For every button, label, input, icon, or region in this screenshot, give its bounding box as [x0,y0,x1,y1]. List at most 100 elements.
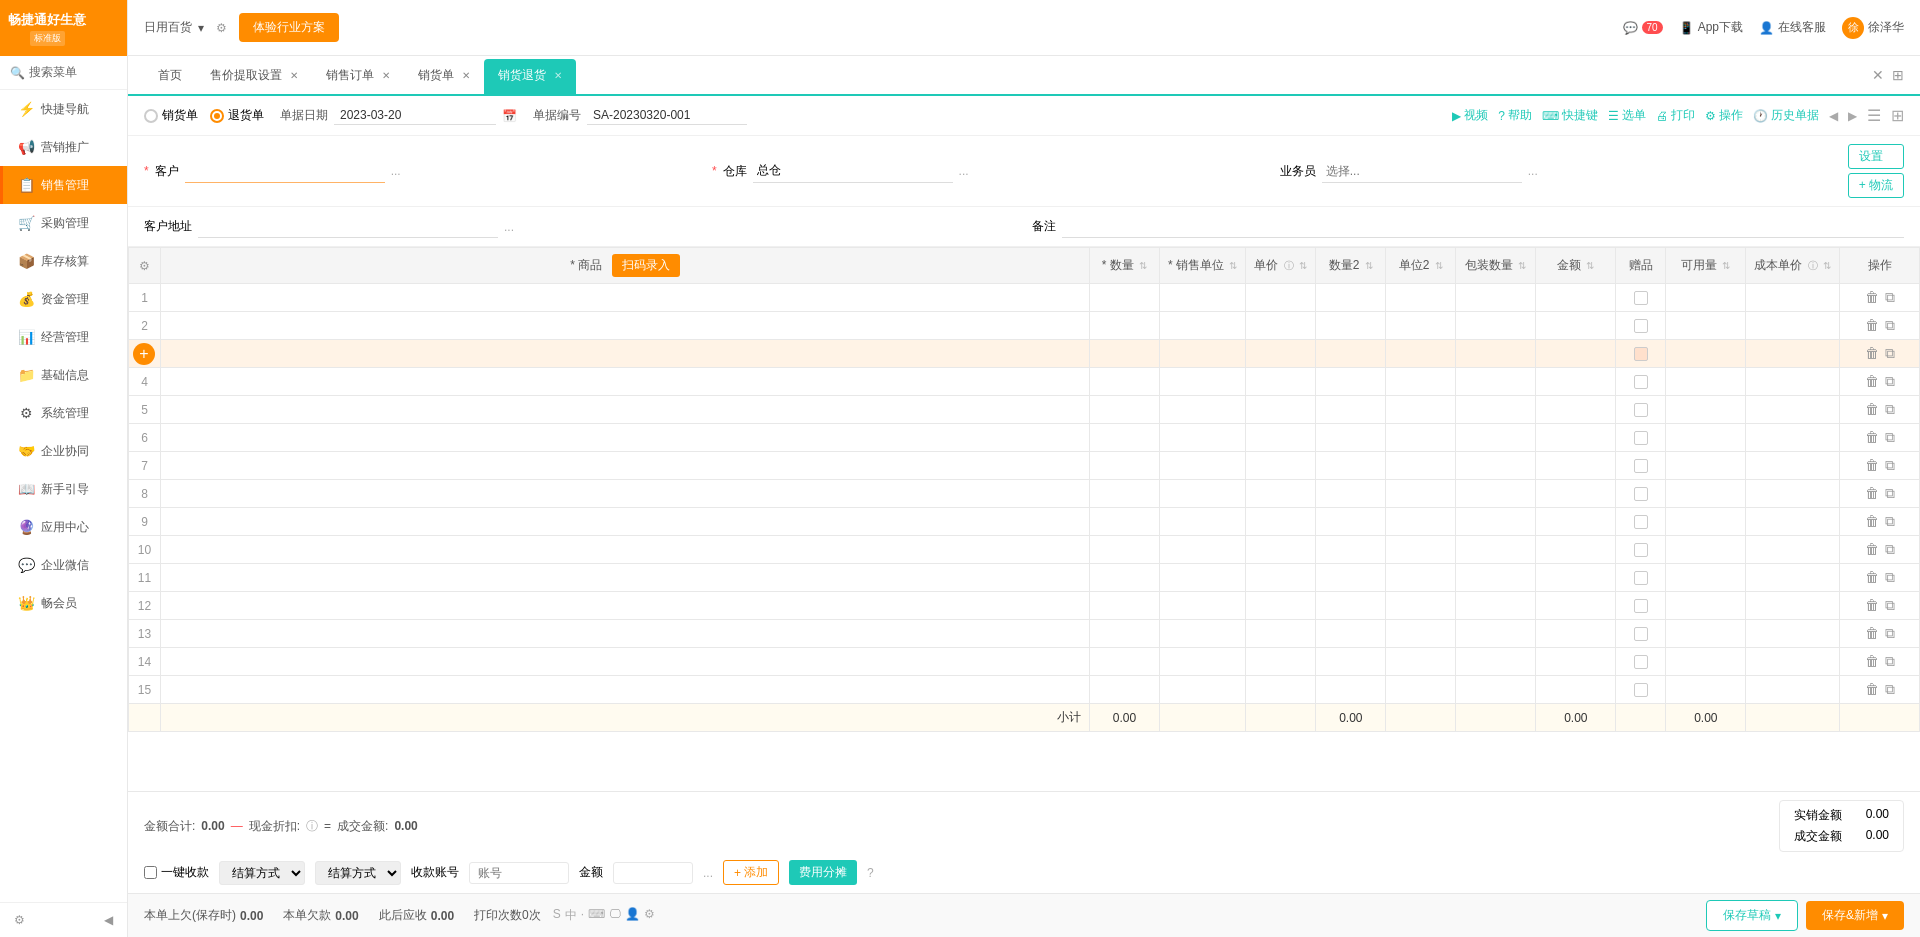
print-btn[interactable]: 🖨 打印 [1656,107,1695,124]
gift-checkbox[interactable] [1634,515,1648,529]
price-cell[interactable] [1246,284,1316,312]
settings-btn[interactable]: 设置 [1848,144,1904,169]
sidebar-item-member[interactable]: 👑 畅会员 [0,584,127,622]
copy-icon[interactable]: ⧉ [1885,401,1895,418]
topbar-settings-icon[interactable]: ⚙ [216,21,227,35]
tab-sales-order[interactable]: 销售订单 ✕ [312,59,404,94]
unit2-cell[interactable] [1386,284,1456,312]
gift-checkbox[interactable] [1634,459,1648,473]
tab-home[interactable]: 首页 [144,59,196,94]
gift-checkbox[interactable] [1634,683,1648,697]
warehouse-input[interactable] [753,160,953,183]
expense-btn[interactable]: 费用分摊 [789,860,857,885]
copy-icon[interactable]: ⧉ [1885,625,1895,642]
add-btn[interactable]: + 添加 [723,860,779,885]
delete-icon[interactable]: 🗑 [1865,345,1879,362]
copy-icon[interactable]: ⧉ [1885,429,1895,446]
tab-price-settings[interactable]: 售价提取设置 ✕ [196,59,312,94]
operate-btn[interactable]: ⚙ 操作 [1705,107,1743,124]
calc-method-select[interactable]: 结算方式 [315,861,401,885]
delete-icon[interactable]: 🗑 [1865,681,1879,698]
settle-method-select[interactable]: 结算方式 [219,861,305,885]
qty2-cell[interactable] [1316,284,1386,312]
product-cell[interactable] [161,284,1090,312]
view-grid-icon[interactable]: ⊞ [1891,106,1904,125]
copy-icon[interactable]: ⧉ [1885,597,1895,614]
tab-return[interactable]: 销货退货 ✕ [484,59,576,94]
view-list-icon[interactable]: ☰ [1867,106,1881,125]
sidebar-item-quicknav[interactable]: ⚡ 快捷导航 [0,90,127,128]
sidebar-item-marketing[interactable]: 📢 营销推广 [0,128,127,166]
copy-icon[interactable]: ⧉ [1885,317,1895,334]
gift-checkbox[interactable] [1634,347,1648,361]
amount-cell[interactable] [1536,284,1616,312]
copy-icon[interactable]: ⧉ [1885,457,1895,474]
copy-icon[interactable]: ⧉ [1885,345,1895,362]
tab-menu-icon[interactable]: ⊞ [1892,67,1904,83]
copy-icon[interactable]: ⧉ [1885,373,1895,390]
logistics-btn[interactable]: + 物流 [1848,173,1904,198]
product-input[interactable] [169,291,1081,305]
tab-sales-order-close[interactable]: ✕ [382,70,390,81]
sidebar-item-appcenter[interactable]: 🔮 应用中心 [0,508,127,546]
address-input[interactable] [198,215,498,238]
pkgqty-cell[interactable] [1456,284,1536,312]
sidebar-item-enterprise[interactable]: 🤝 企业协同 [0,432,127,470]
gift-checkbox[interactable] [1634,487,1648,501]
copy-icon[interactable]: ⧉ [1885,513,1895,530]
delete-icon[interactable]: 🗑 [1865,541,1879,558]
sidebar-item-purchase[interactable]: 🛒 采购管理 [0,204,127,242]
save-draft-btn[interactable]: 保存草稿 ▾ [1706,900,1798,931]
amount-input[interactable] [613,862,693,884]
delete-icon[interactable]: 🗑 [1865,569,1879,586]
user-profile[interactable]: 徐 徐泽华 [1842,17,1904,39]
sidebar-item-basic[interactable]: 📁 基础信息 [0,356,127,394]
cost-cell[interactable] [1746,284,1840,312]
sidebar-item-finance[interactable]: 💰 资金管理 [0,280,127,318]
customer-input[interactable] [185,160,385,183]
tab-sales[interactable]: 销货单 ✕ [404,59,484,94]
address-dots[interactable]: ... [504,220,514,234]
gift-checkbox[interactable] [1634,655,1648,669]
gift-checkbox[interactable] [1634,599,1648,613]
product-cell-active[interactable] [161,340,1090,368]
remark-input[interactable] [1062,215,1904,238]
sidebar-item-system[interactable]: ⚙ 系统管理 [0,394,127,432]
sidebar-item-newguide[interactable]: 📖 新手引导 [0,470,127,508]
sidebar-item-inventory[interactable]: 📦 库存核算 [0,242,127,280]
sidebar-item-weixin[interactable]: 💬 企业微信 [0,546,127,584]
gift-checkbox[interactable] [1634,431,1648,445]
delete-icon[interactable]: 🗑 [1865,289,1879,306]
copy-icon[interactable]: ⧉ [1885,289,1895,306]
delete-icon[interactable]: 🗑 [1865,429,1879,446]
next-record-icon[interactable]: ▶ [1848,109,1857,123]
gift-checkbox[interactable] [1634,627,1648,641]
copy-icon[interactable]: ⧉ [1885,485,1895,502]
delete-icon[interactable]: 🗑 [1865,653,1879,670]
video-btn[interactable]: ▶ 视频 [1452,107,1488,124]
product-input-active[interactable] [169,347,1081,361]
gear-icon[interactable]: ⚙ [139,259,150,273]
one-click-checkbox[interactable] [144,866,157,879]
copy-icon[interactable]: ⧉ [1885,569,1895,586]
online-service-btn[interactable]: 👤 在线客服 [1759,19,1826,36]
delete-icon[interactable]: 🗑 [1865,373,1879,390]
shortcut-btn[interactable]: ⌨ 快捷键 [1542,107,1598,124]
tab-sales-close[interactable]: ✕ [462,70,470,81]
number-input[interactable] [587,106,747,125]
delete-icon[interactable]: 🗑 [1865,625,1879,642]
gift-checkbox[interactable] [1634,291,1648,305]
account-input[interactable] [469,862,569,884]
calendar-icon[interactable]: 📅 [502,109,517,123]
delete-icon[interactable]: 🗑 [1865,513,1879,530]
qty-cell[interactable] [1089,284,1159,312]
product-cell[interactable] [161,312,1090,340]
history-btn[interactable]: 🕐 历史单据 [1753,107,1819,124]
scan-btn[interactable]: 扫码录入 [612,254,680,277]
warehouse-dots[interactable]: ... [959,164,969,178]
delete-icon[interactable]: 🗑 [1865,457,1879,474]
gift-checkbox[interactable] [1634,403,1648,417]
app-download-btn[interactable]: 📱 App下载 [1679,19,1743,36]
tab-return-close[interactable]: ✕ [554,70,562,81]
copy-icon[interactable]: ⧉ [1885,541,1895,558]
